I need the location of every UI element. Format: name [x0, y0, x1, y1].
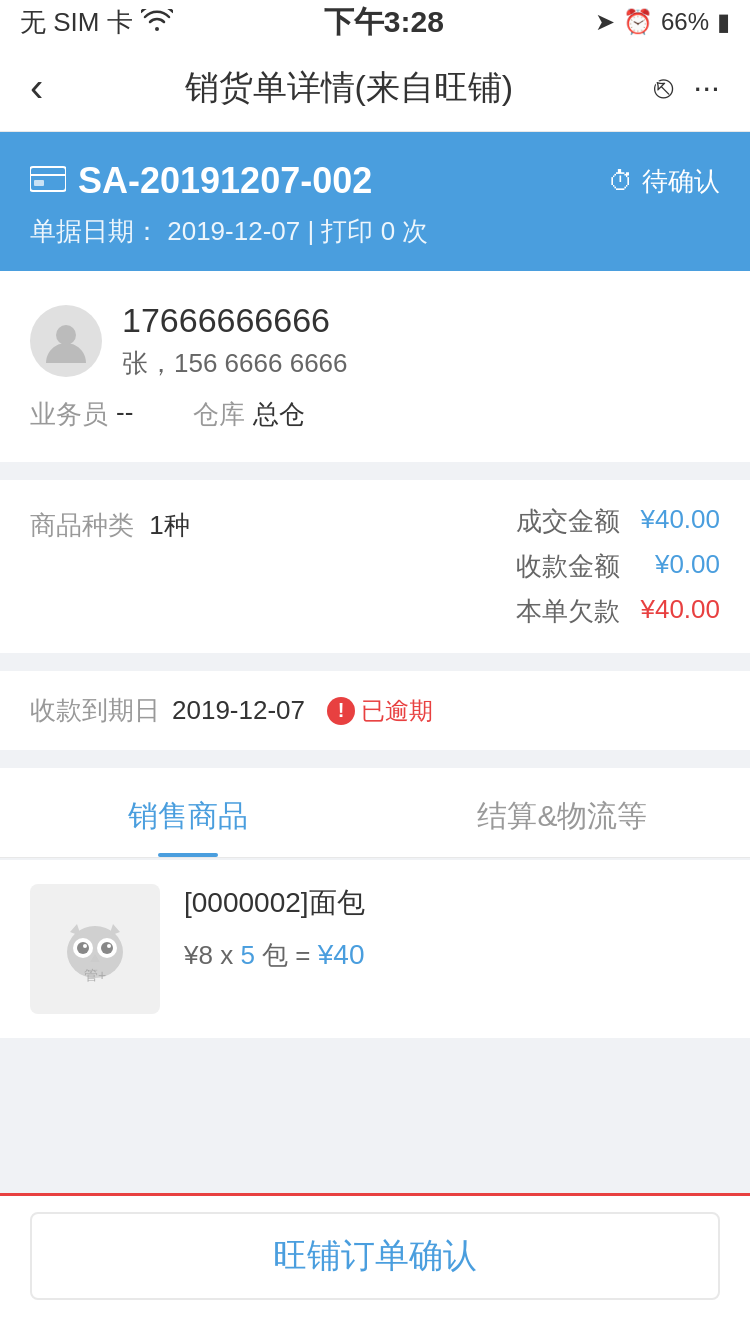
battery-text: 66% [661, 8, 709, 36]
nav-bar: ‹ 销货单详情(来自旺铺) ⎋ ··· [0, 44, 750, 132]
product-owl-logo: 管+ [55, 914, 135, 984]
svg-rect-0 [30, 167, 66, 191]
product-total: ¥40 [318, 939, 365, 970]
amount-row: 成交金额 ¥40.00 [516, 504, 720, 539]
due-date: 2019-12-07 [172, 695, 305, 726]
bottom-bar: 旺铺订单确认 [0, 1193, 750, 1334]
nav-left[interactable]: ‹ [30, 65, 43, 110]
overdue-text: 已逾期 [361, 695, 433, 727]
nav-right[interactable]: ⎋ ··· [654, 69, 720, 106]
summary-right: 成交金额 ¥40.00 收款金额 ¥0.00 本单欠款 ¥40.00 [516, 504, 720, 629]
product-price: ¥8 x 5 包 = ¥40 [184, 938, 720, 973]
payment-value: ¥0.00 [655, 549, 720, 584]
svg-point-6 [77, 942, 89, 954]
product-qty: 5 [240, 940, 254, 970]
product-name: [0000002]面包 [184, 884, 720, 922]
salesman-item: 业务员 -- [30, 397, 133, 432]
price-multiply: x [220, 940, 240, 970]
order-date: 2019-12-07 [167, 216, 300, 246]
warehouse-value: 总仓 [253, 397, 305, 432]
location-icon: ➤ [595, 8, 615, 36]
confirm-button[interactable]: 旺铺订单确认 [30, 1212, 720, 1300]
svg-point-7 [101, 942, 113, 954]
product-section: 管+ [0000002]面包 ¥8 x 5 包 = ¥40 [0, 860, 750, 1038]
avatar [30, 305, 102, 377]
customer-phone: 17666666666 [122, 301, 348, 340]
tab-settlement-label: 结算&物流等 [477, 799, 647, 832]
battery-icon: ▮ [717, 8, 730, 36]
tab-sales-label: 销售商品 [128, 799, 248, 832]
customer-info: 17666666666 张，156 6666 6666 [122, 301, 348, 381]
divider-3 [0, 752, 750, 768]
order-status: ⏱ 待确认 [608, 164, 720, 199]
product-image: 管+ [30, 884, 160, 1014]
back-button[interactable]: ‹ [30, 65, 43, 110]
carrier-text: 无 SIM 卡 [20, 5, 133, 40]
payment-label: 收款金额 [516, 549, 620, 584]
equals-sign: = [295, 940, 317, 970]
confirm-label: 旺铺订单确认 [273, 1233, 477, 1279]
overdue-icon: ! [327, 697, 355, 725]
warehouse-label: 仓库 [193, 397, 245, 432]
due-card: 收款到期日 2019-12-07 ! 已逾期 [0, 671, 750, 750]
order-id: SA-20191207-002 [30, 160, 372, 202]
alarm-icon: ⏰ [623, 8, 653, 36]
page-title: 销货单详情(来自旺铺) [185, 65, 514, 111]
amount-value: ¥40.00 [640, 504, 720, 539]
status-bar: 无 SIM 卡 下午3:28 ➤ ⏰ 66% ▮ [0, 0, 750, 44]
date-label: 单据日期： [30, 216, 160, 246]
product-type-value: 1种 [149, 510, 189, 540]
more-icon[interactable]: ··· [693, 69, 720, 106]
print-info: | 打印 0 次 [307, 216, 428, 246]
order-id-row: SA-20191207-002 ⏱ 待确认 [30, 160, 720, 202]
owed-row: 本单欠款 ¥40.00 [516, 594, 720, 629]
overdue-badge: ! 已逾期 [327, 695, 433, 727]
owed-label: 本单欠款 [516, 594, 620, 629]
status-text: 待确认 [642, 164, 720, 199]
product-info: [0000002]面包 ¥8 x 5 包 = ¥40 [184, 884, 720, 973]
customer-name: 张，156 6666 6666 [122, 346, 348, 381]
price-value: ¥8 [184, 940, 213, 970]
divider-1 [0, 464, 750, 480]
clock-icon: ⏱ [608, 166, 634, 197]
summary-card: 商品种类 1种 成交金额 ¥40.00 收款金额 ¥0.00 本单欠款 ¥40.… [0, 480, 750, 653]
status-right: ➤ ⏰ 66% ▮ [595, 8, 730, 36]
salesman-value: -- [116, 397, 133, 432]
divider-2 [0, 655, 750, 671]
due-label: 收款到期日 [30, 693, 160, 728]
salesman-label: 业务员 [30, 397, 108, 432]
tab-settlement[interactable]: 结算&物流等 [375, 768, 750, 857]
product-unit: 包 [262, 940, 288, 970]
summary-left: 商品种类 1种 [30, 504, 190, 543]
tab-sales-products[interactable]: 销售商品 [0, 768, 375, 857]
product-item: 管+ [0000002]面包 ¥8 x 5 包 = ¥40 [0, 860, 750, 1038]
share-icon[interactable]: ⎋ [654, 69, 673, 106]
order-id-text: SA-20191207-002 [78, 160, 372, 202]
product-type-label: 商品种类 [30, 510, 134, 540]
svg-point-8 [83, 944, 87, 948]
owed-value: ¥40.00 [640, 594, 720, 629]
order-date-row: 单据日期： 2019-12-07 | 打印 0 次 [30, 214, 720, 249]
payment-row: 收款金额 ¥0.00 [516, 549, 720, 584]
status-left: 无 SIM 卡 [20, 5, 173, 40]
svg-point-9 [107, 944, 111, 948]
amount-label: 成交金额 [516, 504, 620, 539]
warehouse-item: 仓库 总仓 [193, 397, 305, 432]
svg-text:管+: 管+ [84, 967, 106, 983]
order-header: SA-20191207-002 ⏱ 待确认 单据日期： 2019-12-07 |… [0, 132, 750, 271]
customer-row: 17666666666 张，156 6666 6666 [30, 301, 720, 381]
svg-rect-1 [34, 180, 44, 186]
order-icon [30, 160, 66, 202]
tabs: 销售商品 结算&物流等 [0, 768, 750, 858]
svg-point-2 [56, 325, 76, 345]
customer-meta: 业务员 -- 仓库 总仓 [30, 397, 720, 432]
customer-card: 17666666666 张，156 6666 6666 业务员 -- 仓库 总仓 [0, 271, 750, 462]
status-time: 下午3:28 [324, 2, 444, 43]
wifi-icon [141, 7, 173, 38]
